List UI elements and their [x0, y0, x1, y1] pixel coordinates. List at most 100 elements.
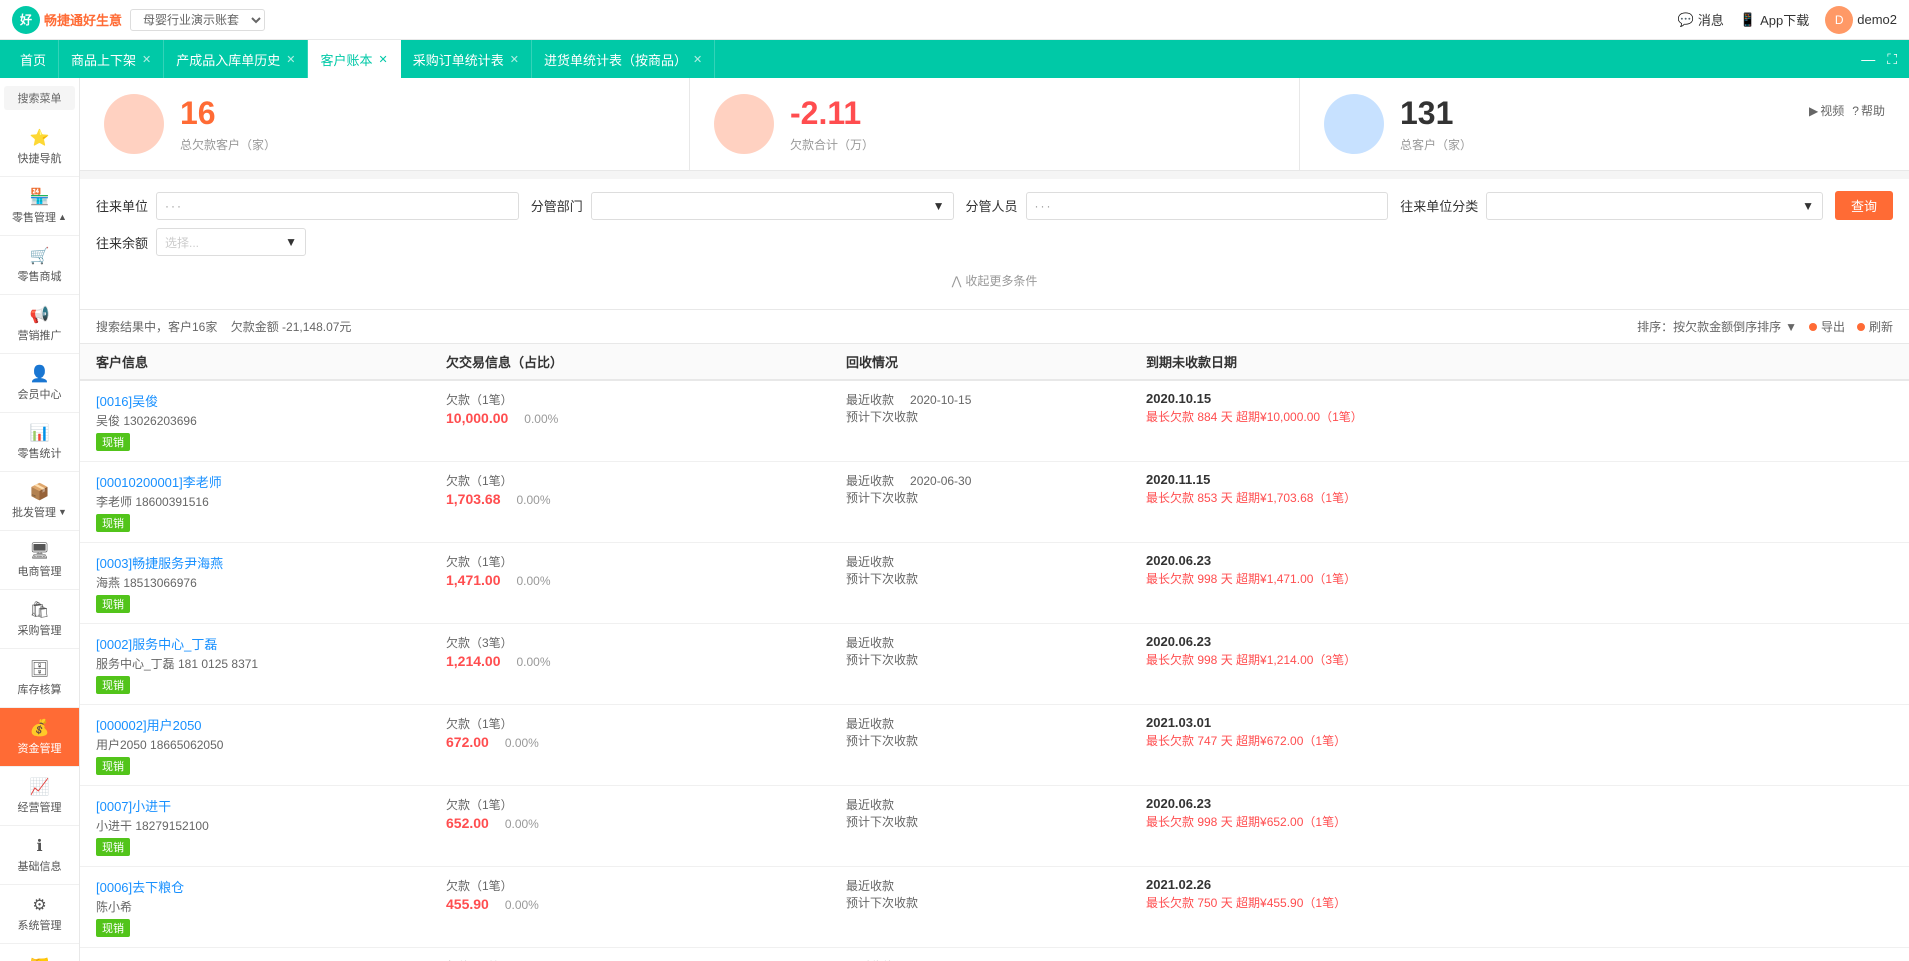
debt-amount-0016: 10,000.00	[446, 410, 508, 426]
col-customer-info: 客户信息	[96, 352, 446, 371]
tab-inventory-stats-close[interactable]: ✕	[693, 53, 702, 66]
filter-from-unit-dots: ···	[165, 199, 183, 213]
debt-info-0002: 欠款（3笔） 1,214.00 0.00%	[446, 634, 846, 671]
sidebar-item-quick-nav[interactable]: ⭐ 快捷导航	[0, 118, 79, 177]
chevron-up-icon: ⋀	[952, 274, 962, 288]
sidebar-item-enterprise-collab[interactable]: 🤝 企业协同	[0, 944, 79, 961]
customer-tag-0016: 现销	[96, 433, 130, 451]
debt-count-00010200001: 欠款（1笔）	[446, 472, 513, 489]
filter-balance-select[interactable]: 选择... ▼	[156, 228, 306, 256]
filter-from-unit-input[interactable]: ···	[156, 192, 519, 220]
tab-home[interactable]: 首页	[8, 40, 59, 78]
tab-production-history[interactable]: 产成品入库单历史 ✕	[164, 40, 308, 78]
refresh-button[interactable]: 刷新	[1857, 318, 1893, 335]
operation-mgmt-icon: 📈	[4, 777, 75, 797]
overdue-link-000002[interactable]: 超期¥672.00（1笔）	[1236, 734, 1346, 748]
overdue-link-0006[interactable]: 超期¥455.90（1笔）	[1236, 896, 1346, 910]
customer-name-000002[interactable]: [000002]用户2050	[96, 715, 446, 734]
marketing-icon: 📢	[4, 305, 75, 325]
tab-maximize-icon[interactable]: ⛶	[1883, 47, 1901, 72]
overdue-link-0002[interactable]: 超期¥1,214.00（3笔）	[1236, 653, 1356, 667]
help-icon: ?	[1852, 104, 1859, 118]
chevron-down-sort-icon: ▼	[1785, 320, 1797, 334]
sidebar-item-retail-stats[interactable]: 📊 零售统计	[0, 413, 79, 472]
tab-inventory-stats[interactable]: 进货单统计表（按商品） ✕	[532, 40, 715, 78]
message-label: 消息	[1698, 10, 1724, 29]
tab-minimize-icon[interactable]: —	[1857, 47, 1879, 72]
stat-number-overdue-customers: 16	[180, 95, 665, 132]
sidebar-item-retail-mall[interactable]: 🛒 零售商城	[0, 236, 79, 295]
customer-phone-0006: 陈小希	[96, 898, 446, 915]
sidebar-item-retail-mgmt[interactable]: 🏪 零售管理 ▲	[0, 177, 79, 236]
customer-name-0006[interactable]: [0006]去下粮仓	[96, 877, 446, 896]
enterprise-collab-icon: 🤝	[4, 954, 75, 961]
overdue-link-0007[interactable]: 超期¥652.00（1笔）	[1236, 815, 1346, 829]
tab-products-list[interactable]: 商品上下架 ✕	[59, 40, 164, 78]
tab-products-list-close[interactable]: ✕	[142, 53, 151, 66]
stat-number-overdue-amount: -2.11	[790, 95, 1275, 132]
message-btn[interactable]: 💬 消息	[1678, 10, 1724, 29]
filter-row-1: 往来单位 ··· 分管部门 ▼ 分管人员 ···	[96, 191, 1893, 220]
customer-name-0007[interactable]: [0007]小进干	[96, 796, 446, 815]
filter-manager-input[interactable]: ···	[1026, 192, 1389, 220]
tab-purchase-order[interactable]: 采购订单统计表 ✕	[401, 40, 532, 78]
sidebar-item-marketing[interactable]: 📢 营销推广	[0, 295, 79, 354]
chevron-down-dept-icon: ▼	[933, 199, 945, 213]
sidebar-item-ecommerce[interactable]: 🖥 电商管理	[0, 531, 79, 590]
sidebar-item-operation-mgmt[interactable]: 📈 经营管理	[0, 767, 79, 826]
export-button[interactable]: 导出	[1809, 318, 1845, 335]
stat-info-total-customers: 131 总客户（家）	[1400, 95, 1793, 153]
help-btn[interactable]: ? 帮助	[1852, 102, 1885, 119]
results-actions: 排序：按欠款金额倒序排序 ▼ 导出 刷新	[1637, 318, 1893, 335]
recovery-row-0016: 最近收款 2020-10-15	[846, 391, 1146, 408]
customer-name-0002[interactable]: [0002]服务中心_丁磊	[96, 634, 446, 653]
collapse-label: 收起更多条件	[965, 272, 1037, 289]
video-btn[interactable]: ▶ 视频	[1809, 102, 1844, 119]
table-row: [000001]黄思源 黄思源 13552700226 现销 欠款（1笔） 42…	[80, 948, 1909, 961]
search-button[interactable]: 查询	[1835, 191, 1893, 220]
customer-name-0003[interactable]: [0003]畅捷服务尹海燕	[96, 553, 446, 572]
customer-name-00010200001[interactable]: [00010200001]李老师	[96, 472, 446, 491]
collapse-button[interactable]: ⋀ 收起更多条件	[96, 268, 1893, 293]
customer-phone-0007: 小进干 18279152100	[96, 817, 446, 834]
sidebar-item-system-mgmt[interactable]: ⚙ 系统管理	[0, 885, 79, 944]
overdue-link-0016[interactable]: 超期¥10,000.00（1笔）	[1236, 410, 1363, 424]
overdue-link-00010200001[interactable]: 超期¥1,703.68（1笔）	[1236, 491, 1356, 505]
sidebar-item-member-center[interactable]: 👤 会员中心	[0, 354, 79, 413]
filter-balance-label: 往来余额	[96, 233, 148, 252]
debt-row-0006: 欠款（1笔）	[446, 877, 846, 894]
next-recovery-0002: 预计下次收款	[846, 651, 1146, 668]
batch-mgmt-icon: 📦	[4, 482, 75, 502]
filter-dept-select[interactable]: ▼	[591, 192, 954, 220]
stat-info-overdue-customers: 16 总欠款客户（家）	[180, 95, 665, 153]
user-area[interactable]: D demo2	[1825, 6, 1897, 34]
ecommerce-icon: 🖥	[4, 541, 75, 561]
sidebar-item-quick-nav-label: 快捷导航	[4, 150, 75, 166]
tab-customer-account[interactable]: 客户账本 ✕	[308, 40, 400, 78]
tab-customer-account-close[interactable]: ✕	[379, 53, 388, 66]
app-download-btn[interactable]: 📱 App下载	[1740, 10, 1809, 29]
sort-dropdown[interactable]: 排序：按欠款金额倒序排序 ▼	[1637, 318, 1797, 335]
sidebar-search-btn[interactable]: 搜索菜单	[4, 86, 75, 110]
sidebar-item-capital-mgmt[interactable]: 💰 资金管理	[0, 708, 79, 767]
customer-name-0016[interactable]: [0016]吴俊	[96, 391, 446, 410]
tab-production-history-close[interactable]: ✕	[286, 53, 295, 66]
sidebar-item-inventory[interactable]: 🗄 库存核算	[0, 649, 79, 708]
sidebar-item-batch-mgmt[interactable]: 📦 批发管理 ▼	[0, 472, 79, 531]
company-select[interactable]: 母婴行业演示账套	[130, 9, 265, 31]
sidebar-item-purchase-mgmt[interactable]: 🛍 采购管理	[0, 590, 79, 649]
tab-products-list-label: 商品上下架	[71, 50, 136, 69]
table-row: [0002]服务中心_丁磊 服务中心_丁磊 181 0125 8371 现销 欠…	[80, 624, 1909, 705]
debt-amount-row-0003: 1,471.00 0.00%	[446, 570, 846, 590]
tab-purchase-order-close[interactable]: ✕	[510, 53, 519, 66]
overdue-date-0002: 2020.06.23	[1146, 634, 1893, 649]
recovery-label-0006: 最近收款	[846, 877, 894, 894]
retail-mgmt-icon: 🏪	[4, 187, 75, 207]
debt-amount-label: 欠款金额 -21,148.07元	[231, 320, 352, 334]
sidebar-item-basic-info[interactable]: ℹ 基础信息	[0, 826, 79, 885]
overdue-link-0003[interactable]: 超期¥1,471.00（1笔）	[1236, 572, 1356, 586]
refresh-icon	[1857, 323, 1865, 331]
overdue-days-00010200001: 最长欠款 853 天 超期¥1,703.68（1笔）	[1146, 489, 1893, 506]
filter-unit-category-select[interactable]: ▼	[1486, 192, 1823, 220]
username: demo2	[1857, 12, 1897, 27]
